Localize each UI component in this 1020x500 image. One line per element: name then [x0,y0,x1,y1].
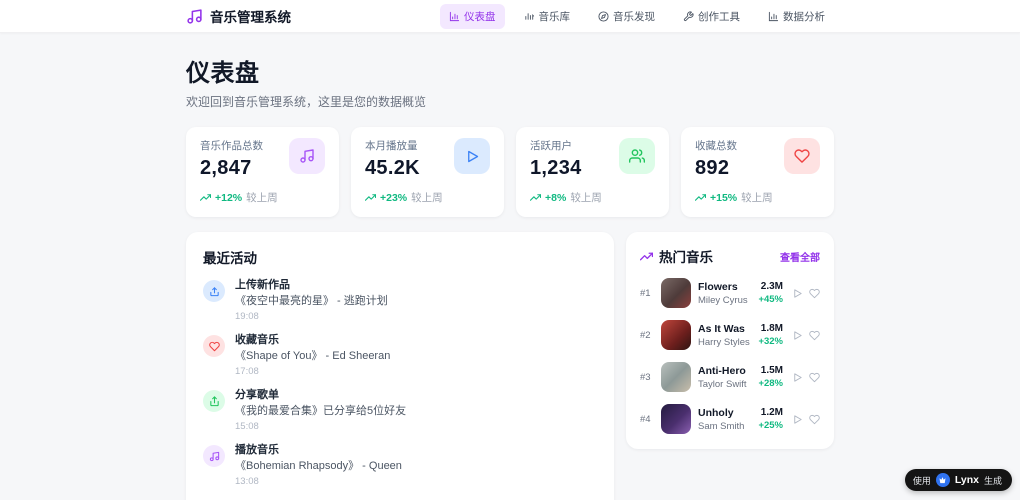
upload-icon [203,280,225,302]
play-icon[interactable] [792,330,803,341]
compass-icon [598,10,609,22]
lynx-badge[interactable]: 使用 Lynx 生成 [904,469,1012,491]
nav-item-music-discovery[interactable]: 音乐发现 [589,4,664,29]
album-art [661,320,691,350]
bar-chart-icon [449,11,460,22]
song-rank: #2 [640,329,651,341]
activity-timestamp: 15:08 [235,421,259,432]
play-icon[interactable] [792,288,803,299]
song-rank: #4 [640,413,651,425]
lynx-logo-icon [935,473,950,487]
play-icon[interactable] [792,414,803,425]
activity-timestamp: 13:08 [235,476,259,487]
heart-icon [784,138,820,174]
nav-item-music-library[interactable]: 音乐库 [515,4,580,29]
content-row: 最近活动 上传新作品 《夜空中最亮的星》 - 逃跑计划 19:08 收藏音乐 《… [186,232,834,500]
app-title: 音乐管理系统 [210,10,291,25]
top-nav: 音乐管理系统 仪表盘 音乐库 音乐发现 创作工具 数据分析 [0,0,1020,33]
heart-icon[interactable] [809,288,820,299]
trending-up-icon [695,192,706,203]
stat-card-monthly-plays: 本月播放量 45.2K +23% 较上周 [351,127,504,217]
nav-item-data-analysis[interactable]: 数据分析 [759,4,834,29]
share-icon [203,390,225,412]
trending-up-icon [200,192,211,203]
dashboard-main: 仪表盘 欢迎回到音乐管理系统，这里是您的数据概览 音乐作品总数 2,847 +1… [186,53,834,500]
activity-item-upload: 上传新作品 《夜空中最亮的星》 - 逃跑计划 19:08 [203,279,597,322]
stats-row: 音乐作品总数 2,847 +12% 较上周 本月播放量 45.2K +23% 较… [186,127,834,217]
recent-activity-title: 最近活动 [203,251,257,266]
heart-icon [203,335,225,357]
music-note-icon [203,445,225,467]
nav-item-creation-tools[interactable]: 创作工具 [674,4,749,29]
play-icon [454,138,490,174]
song-row: #1 Flowers Miley Cyrus 2.3M +45% [640,278,820,308]
heart-icon[interactable] [809,330,820,341]
trending-up-icon [530,192,541,203]
activity-item-play: 播放音乐 《Bohemian Rhapsody》 - Queen 13:08 [203,444,597,487]
trending-up-icon [365,192,376,203]
music-note-icon [289,138,325,174]
heart-icon[interactable] [809,372,820,383]
nav-item-dashboard[interactable]: 仪表盘 [440,3,505,29]
users-icon [619,138,655,174]
sound-bars-icon [524,11,535,22]
play-icon[interactable] [792,372,803,383]
album-art [661,278,691,308]
activity-timestamp: 17:08 [235,366,259,377]
bar-chart-icon [768,11,779,22]
main-nav: 仪表盘 音乐库 音乐发现 创作工具 数据分析 [440,3,834,29]
activity-item-share: 分享歌单 《我的最爱合集》已分享给5位好友 15:08 [203,389,597,432]
hot-music-title: 热门音乐 [659,250,713,265]
stat-card-total-favorites: 收藏总数 892 +15% 较上周 [681,127,834,217]
wrench-icon [683,10,694,22]
song-rank: #1 [640,287,651,299]
view-all-hot-link[interactable]: 查看全部 [780,249,820,264]
song-row: #4 Unholy Sam Smith 1.2M +25% [640,404,820,434]
app-logo: 音乐管理系统 [186,6,291,26]
album-art [661,362,691,392]
music-note-icon [186,8,203,25]
song-rank: #3 [640,371,651,383]
activity-timestamp: 19:08 [235,311,259,322]
song-row: #3 Anti-Hero Taylor Swift 1.5M +28% [640,362,820,392]
lynx-brand: Lynx [954,474,979,486]
trending-up-icon [640,250,653,263]
song-row: #2 As It Was Harry Styles 1.8M +32% [640,320,820,350]
heart-icon[interactable] [809,414,820,425]
page-subtitle: 欢迎回到音乐管理系统，这里是您的数据概览 [186,95,427,109]
page-title: 仪表盘 [186,60,260,87]
hot-music-panel: 热门音乐 查看全部 #1 Flowers Miley Cyrus 2.3M +4… [626,232,834,449]
recent-activity-panel: 最近活动 上传新作品 《夜空中最亮的星》 - 逃跑计划 19:08 收藏音乐 《… [186,232,614,500]
album-art [661,404,691,434]
stat-card-active-users: 活跃用户 1,234 +8% 较上周 [516,127,669,217]
activity-item-favorite: 收藏音乐 《Shape of You》 - Ed Sheeran 17:08 [203,334,597,377]
stat-card-total-works: 音乐作品总数 2,847 +12% 较上周 [186,127,339,217]
